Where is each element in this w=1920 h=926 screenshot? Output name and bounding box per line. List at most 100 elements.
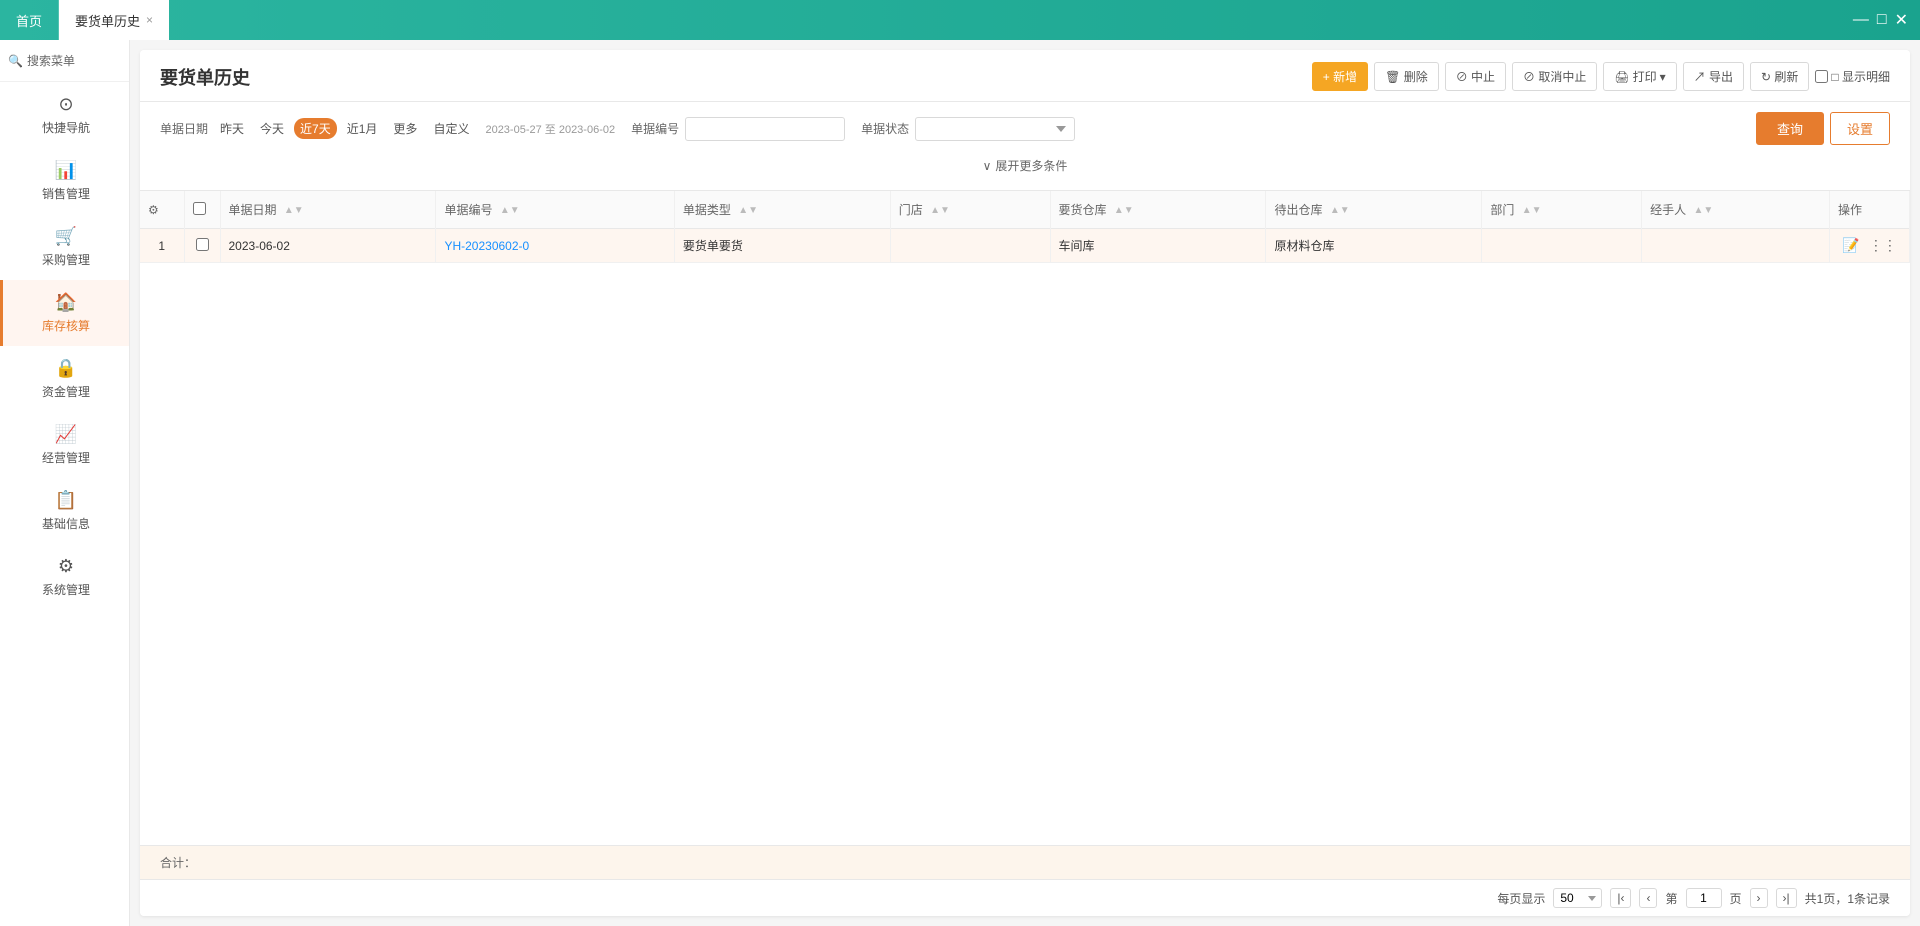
shortcut-today[interactable]: 今天	[254, 118, 290, 139]
sidebar-item-inventory[interactable]: 🏠 库存核算	[0, 280, 129, 346]
col-header-department[interactable]: 部门 ▲▼	[1482, 191, 1642, 229]
finance-icon: 🔒	[55, 358, 77, 379]
tab-home[interactable]: 首页	[0, 0, 59, 40]
sales-icon: 📊	[55, 160, 77, 181]
date-filter-label: 单据日期	[160, 120, 208, 137]
tab-close-icon[interactable]: ×	[146, 13, 153, 27]
search-icon: 🔍	[8, 54, 23, 68]
date-range-text: 2023-05-27 至 2023-06-02	[485, 121, 615, 137]
col-store-label: 门店	[899, 203, 923, 217]
row-delete-icon[interactable]: ⋮⋮	[1869, 237, 1897, 253]
page-num-input[interactable]	[1686, 888, 1722, 908]
display-detail-checkbox[interactable]	[1815, 70, 1828, 83]
table-row[interactable]: 1 2023-06-02 YH-20230602-0 要货单要货 车间库	[140, 229, 1910, 263]
row-checkbox[interactable]	[196, 238, 209, 251]
next-page-button[interactable]: ›	[1750, 888, 1768, 908]
shortcut-custom[interactable]: 自定义	[427, 118, 475, 139]
row-docno[interactable]: YH-20230602-0	[436, 229, 674, 263]
sort-icon-department: ▲▼	[1522, 206, 1542, 216]
purchase-icon: 🛒	[55, 226, 77, 247]
table-area: ⚙ 单据日期 ▲▼ 单据编号 ▲▼	[140, 191, 1910, 845]
filter-area: 单据日期 昨天 今天 近7天 近1月 更多 自定义 2023-05-27 至 2…	[140, 102, 1910, 191]
new-button[interactable]: + 新增	[1312, 62, 1368, 91]
sidebar-item-system[interactable]: ⚙ 系统管理	[0, 544, 129, 610]
col-header-handler[interactable]: 经手人 ▲▼	[1642, 191, 1830, 229]
status-filter-select[interactable]	[915, 117, 1075, 141]
sort-icon-store: ▲▼	[930, 206, 950, 216]
basic-icon: 📋	[55, 490, 77, 511]
display-detail-label: □ 显示明细	[1831, 68, 1890, 85]
sidebar-item-quick-nav[interactable]: ⊙ 快捷导航	[0, 82, 129, 148]
system-icon: ⚙	[58, 556, 74, 577]
sidebar-item-operations[interactable]: 📈 经营管理	[0, 412, 129, 478]
expand-icon: ∨	[983, 159, 992, 173]
search-menu-label: 搜索菜单	[27, 52, 75, 69]
refresh-button[interactable]: ↻ 刷新	[1750, 62, 1809, 91]
first-page-button[interactable]: |‹	[1610, 888, 1631, 908]
cancel-stop-button[interactable]: ⊘ 取消中止	[1512, 62, 1597, 91]
shortcut-7days[interactable]: 近7天	[294, 118, 337, 139]
query-button[interactable]: 查询	[1756, 112, 1824, 145]
maximize-icon[interactable]: □	[1877, 11, 1887, 29]
expand-more-button[interactable]: ∨ 展开更多条件	[160, 151, 1890, 180]
docno-filter-group: 单据编号	[631, 117, 845, 141]
shortcut-1month[interactable]: 近1月	[341, 118, 384, 139]
select-all-checkbox[interactable]	[193, 202, 206, 215]
col-header-store[interactable]: 门店 ▲▼	[890, 191, 1050, 229]
row-actions-cell: 📝 ⋮⋮	[1830, 229, 1910, 263]
col-header-doctype[interactable]: 单据类型 ▲▼	[674, 191, 890, 229]
search-menu-button[interactable]: 🔍 搜索菜单	[8, 48, 121, 73]
shortcut-more[interactable]: 更多	[387, 118, 423, 139]
row-handler	[1642, 229, 1830, 263]
col-header-pendingwarehouse[interactable]: 待出仓库 ▲▼	[1266, 191, 1482, 229]
page-header: 要货单历史 + 新增 🗑 删除 ⊘ 中止 ⊘ 取消中止 🖨 打印 ▾ ↗ 导出 …	[140, 50, 1910, 102]
sidebar-item-label: 资金管理	[42, 383, 90, 400]
sidebar-item-purchase[interactable]: 🛒 采购管理	[0, 214, 129, 280]
stop-button[interactable]: ⊘ 中止	[1445, 62, 1506, 91]
col-header-reqwarehouse[interactable]: 要货仓库 ▲▼	[1050, 191, 1266, 229]
sort-icon-handler: ▲▼	[1693, 206, 1713, 216]
shortcut-yesterday[interactable]: 昨天	[214, 118, 250, 139]
tab-active[interactable]: 要货单历史 ×	[59, 0, 169, 40]
row-edit-icon[interactable]: 📝	[1842, 237, 1859, 253]
operations-icon: 📈	[55, 424, 77, 445]
col-header-docno[interactable]: 单据编号 ▲▼	[436, 191, 674, 229]
delete-button[interactable]: 🗑 删除	[1374, 62, 1439, 91]
display-detail-button[interactable]: □ 显示明细	[1815, 68, 1890, 85]
minimize-icon[interactable]: —	[1853, 11, 1869, 29]
docno-filter-input[interactable]	[685, 117, 845, 141]
toolbar: + 新增 🗑 删除 ⊘ 中止 ⊘ 取消中止 🖨 打印 ▾ ↗ 导出 ↻ 刷新	[1312, 62, 1890, 91]
sidebar: 🔍 搜索菜单 ⊙ 快捷导航 📊 销售管理 🛒 采购管理 🏠 库存核算 🔒 资金管…	[0, 40, 130, 926]
tab-active-label: 要货单历史	[75, 11, 140, 30]
sidebar-item-label: 基础信息	[42, 515, 90, 532]
row-docno-link[interactable]: YH-20230602-0	[444, 239, 529, 253]
prev-page-button[interactable]: ‹	[1639, 888, 1657, 908]
date-shortcuts: 昨天 今天 近7天 近1月 更多 自定义	[214, 118, 475, 139]
sidebar-item-sales[interactable]: 📊 销售管理	[0, 148, 129, 214]
inventory-icon: 🏠	[55, 292, 77, 313]
export-button[interactable]: ↗ 导出	[1683, 62, 1744, 91]
col-header-settings[interactable]: ⚙	[140, 191, 184, 229]
sidebar-search-area[interactable]: 🔍 搜索菜单	[0, 40, 129, 82]
page-size-select[interactable]: 50 100 200	[1553, 888, 1602, 908]
content-area: 要货单历史 + 新增 🗑 删除 ⊘ 中止 ⊘ 取消中止 🖨 打印 ▾ ↗ 导出 …	[130, 40, 1920, 926]
sort-icon-pendingwarehouse: ▲▼	[1330, 206, 1350, 216]
col-handler-label: 经手人	[1650, 203, 1686, 217]
status-filter-group: 单据状态	[861, 117, 1075, 141]
total-info: 共1页，1条记录	[1805, 890, 1890, 907]
page-label: 第	[1665, 890, 1677, 907]
window-controls: — □ ✕	[1841, 10, 1920, 30]
print-button[interactable]: 🖨 打印 ▾	[1603, 62, 1676, 91]
row-pendingwarehouse: 原材料仓库	[1266, 229, 1482, 263]
tab-bar: 首页 要货单历史 ×	[0, 0, 1841, 40]
last-page-button[interactable]: ›|	[1776, 888, 1797, 908]
col-header-checkbox[interactable]	[184, 191, 220, 229]
close-window-icon[interactable]: ✕	[1895, 10, 1908, 30]
sort-icon-reqwarehouse: ▲▼	[1114, 206, 1134, 216]
expand-label: 展开更多条件	[995, 157, 1067, 174]
sidebar-item-basic[interactable]: 📋 基础信息	[0, 478, 129, 544]
sidebar-item-finance[interactable]: 🔒 资金管理	[0, 346, 129, 412]
settings-button[interactable]: 设置	[1830, 112, 1890, 145]
col-header-docdate[interactable]: 单据日期 ▲▼	[220, 191, 436, 229]
row-checkbox-cell[interactable]	[184, 229, 220, 263]
